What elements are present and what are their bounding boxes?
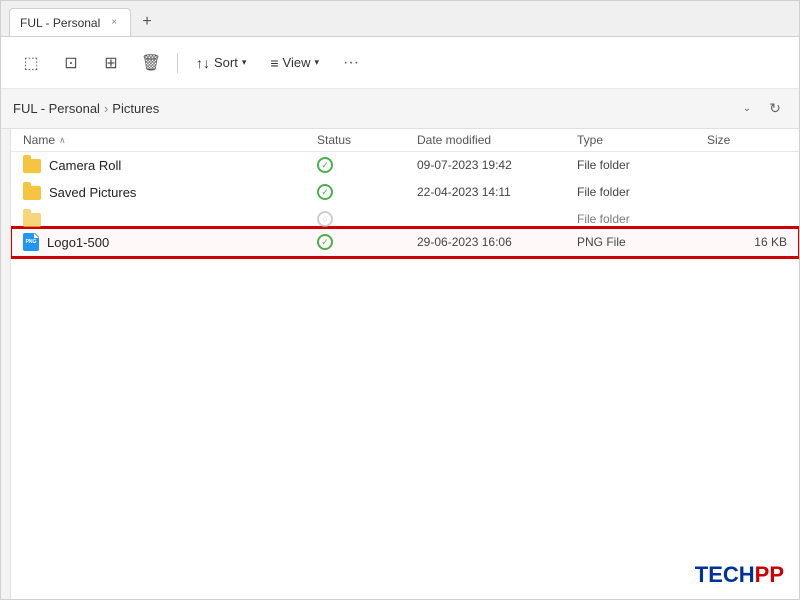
new-tab-button[interactable]: + (133, 8, 161, 36)
col-name-sort-icon: ∧ (59, 135, 66, 146)
status-check-icon: ○ (317, 211, 333, 227)
status-check-icon: ✓ (317, 157, 333, 173)
toolbar: ⬚ ⊡ ⊞ 🗑 ↑↓ Sort ▾ ≡ View ▾ ··· (1, 37, 799, 89)
col-type-label: Type (577, 133, 603, 147)
folder-icon (23, 213, 41, 227)
copy-icon: ⬚ (23, 53, 38, 73)
more-icon: ··· (343, 54, 359, 72)
date-cell: 29-06-2023 16:06 (417, 235, 577, 249)
toolbar-paste-button[interactable]: ⊡ (53, 45, 89, 81)
folder-icon (23, 186, 41, 200)
png-file-icon: PNG (23, 233, 39, 251)
size-cell: 16 KB (707, 235, 787, 249)
left-panel (1, 129, 11, 599)
col-header-type[interactable]: Type (577, 133, 707, 147)
refresh-icon: ↻ (769, 100, 781, 117)
status-check-icon: ✓ (317, 234, 333, 250)
sort-label: Sort (214, 55, 238, 70)
table-row[interactable]: ○ File folder (11, 206, 799, 228)
table-row[interactable]: Camera Roll ✓ 09-07-2023 19:42 File fold… (11, 152, 799, 179)
file-name-cell (23, 211, 317, 227)
table-row[interactable]: PNG Logo1-500 ✓ 29-06-2023 16:06 PNG Fil… (11, 228, 799, 257)
column-headers: Name ∧ Status Date modified Type Size (11, 129, 799, 152)
address-path[interactable]: FUL - Personal › Pictures (13, 101, 729, 116)
sort-dropdown-icon: ▾ (242, 57, 247, 68)
address-dropdown-button[interactable]: ⌄ (737, 99, 757, 119)
tab-label: FUL - Personal (20, 16, 100, 30)
col-header-status[interactable]: Status (317, 133, 417, 147)
file-name-cell: Camera Roll (23, 157, 317, 173)
paste-icon: ⊡ (64, 53, 77, 73)
view-label: View (283, 55, 311, 70)
status-cell: ✓ (317, 184, 417, 200)
col-name-label: Name (23, 133, 55, 147)
watermark-tech: TECH (695, 562, 755, 587)
view-icon: ≡ (270, 55, 278, 71)
toolbar-delete-button[interactable]: 🗑 (133, 45, 169, 81)
date-cell: 09-07-2023 19:42 (417, 158, 577, 172)
status-cell: ✓ (317, 234, 417, 250)
col-date-label: Date modified (417, 133, 491, 147)
watermark: TECHPP (695, 562, 784, 588)
explorer-window: FUL - Personal × + ⬚ ⊡ ⊞ 🗑 ↑↓ Sort ▾ ≡ V… (0, 0, 800, 600)
type-cell: File folder (577, 185, 707, 199)
watermark-pp: PP (755, 562, 784, 587)
view-button[interactable]: ≡ View ▾ (260, 45, 329, 81)
path-current[interactable]: Pictures (112, 101, 159, 116)
share-icon: ⊞ (104, 53, 117, 73)
status-check-icon: ✓ (317, 184, 333, 200)
type-cell: PNG File (577, 235, 707, 249)
delete-icon: 🗑 (141, 53, 161, 73)
more-options-button[interactable]: ··· (333, 45, 369, 81)
path-parent[interactable]: FUL - Personal (13, 101, 100, 116)
file-name: Camera Roll (49, 158, 121, 173)
address-right: ⌄ ↻ (737, 97, 787, 121)
dropdown-icon: ⌄ (743, 103, 751, 114)
view-dropdown-icon: ▾ (315, 57, 320, 68)
file-name-cell: PNG Logo1-500 (23, 233, 317, 251)
table-row[interactable]: Saved Pictures ✓ 22-04-2023 14:11 File f… (11, 179, 799, 206)
toolbar-share-button[interactable]: ⊞ (93, 45, 129, 81)
type-cell: File folder (577, 212, 707, 226)
toolbar-separator (177, 53, 178, 73)
file-list-container: Name ∧ Status Date modified Type Size (1, 129, 799, 599)
tab-close-button[interactable]: × (108, 16, 120, 29)
address-bar: FUL - Personal › Pictures ⌄ ↻ (1, 89, 799, 129)
refresh-button[interactable]: ↻ (763, 97, 787, 121)
path-separator: › (104, 101, 108, 116)
status-cell: ○ (317, 211, 417, 227)
sort-icon: ↑↓ (196, 55, 210, 71)
col-header-date[interactable]: Date modified (417, 133, 577, 147)
col-header-name[interactable]: Name ∧ (23, 133, 317, 147)
col-size-label: Size (707, 133, 730, 147)
col-status-label: Status (317, 133, 351, 147)
type-cell: File folder (577, 158, 707, 172)
tab-bar: FUL - Personal × + (1, 1, 799, 37)
date-cell: 22-04-2023 14:11 (417, 185, 577, 199)
folder-icon (23, 159, 41, 173)
sort-button[interactable]: ↑↓ Sort ▾ (186, 45, 256, 81)
file-list: Name ∧ Status Date modified Type Size (11, 129, 799, 599)
file-name: Logo1-500 (47, 235, 109, 250)
tab-active[interactable]: FUL - Personal × (9, 8, 131, 36)
col-header-size[interactable]: Size (707, 133, 787, 147)
status-cell: ✓ (317, 157, 417, 173)
file-name: Saved Pictures (49, 185, 136, 200)
file-name-cell: Saved Pictures (23, 184, 317, 200)
toolbar-copy-button[interactable]: ⬚ (13, 45, 49, 81)
